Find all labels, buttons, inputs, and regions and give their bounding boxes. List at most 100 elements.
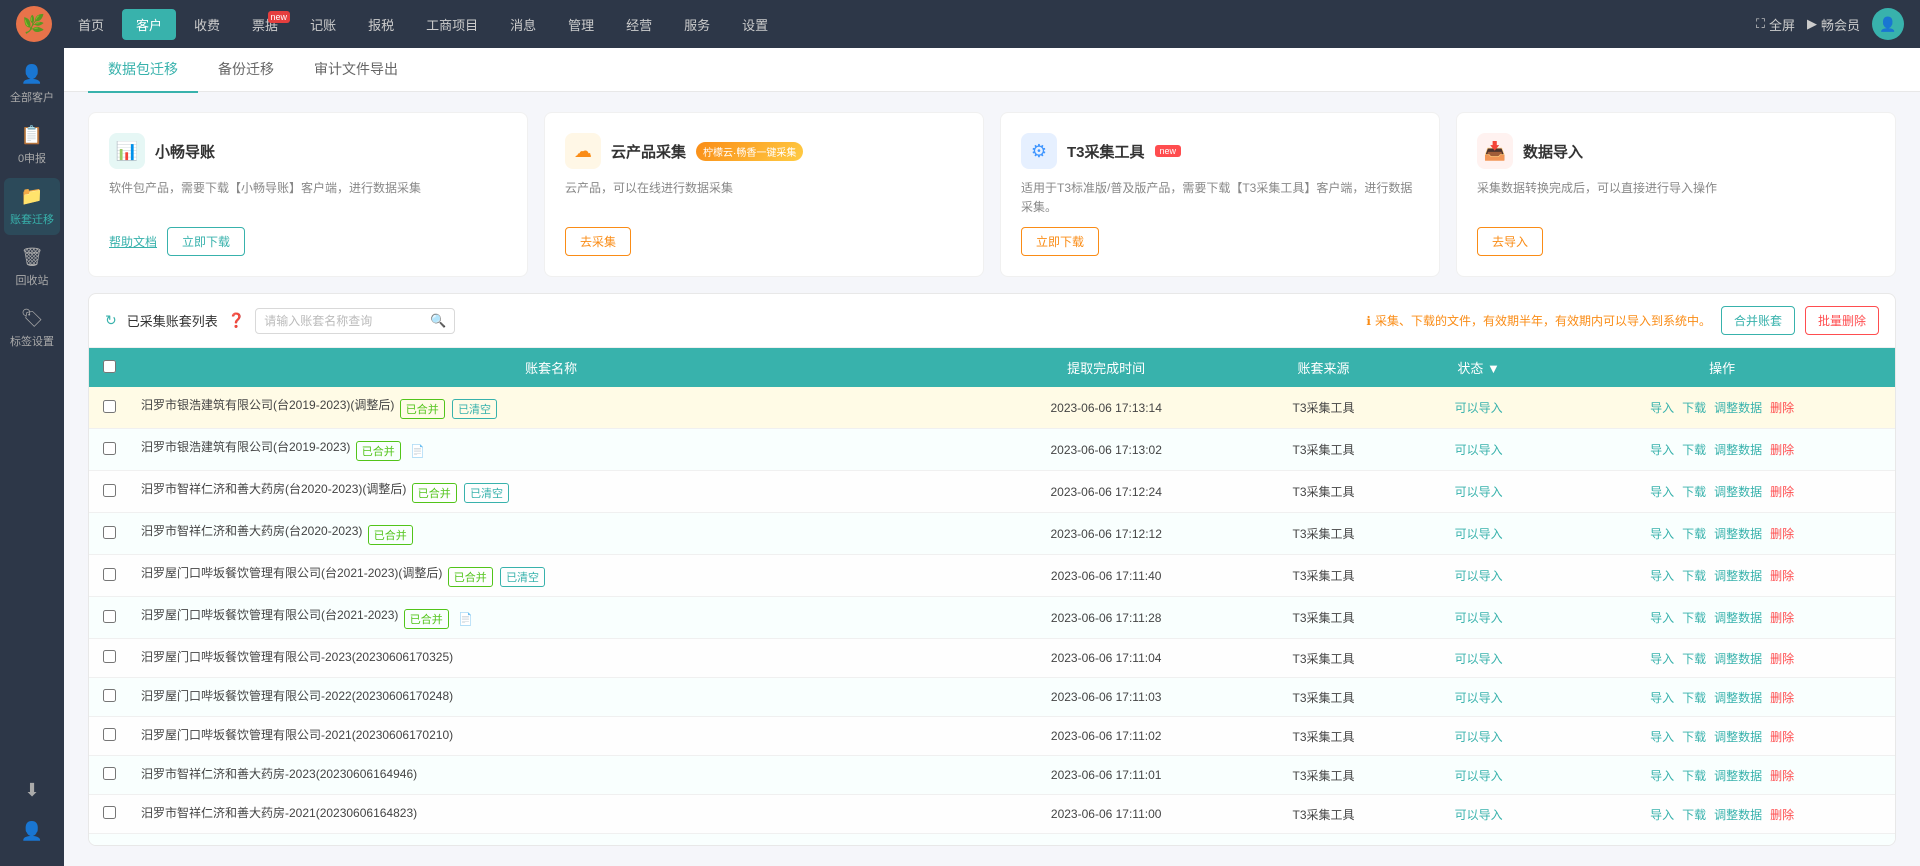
action-调整数据[interactable]: 调整数据	[1714, 527, 1762, 541]
action-调整数据[interactable]: 调整数据	[1714, 730, 1762, 744]
action-下载[interactable]: 下载	[1682, 691, 1706, 705]
file-icon[interactable]: 📄	[458, 612, 473, 626]
download-btn-xiaochangzhang[interactable]: 立即下载	[167, 227, 245, 256]
nav-item-tax[interactable]: 报税	[354, 9, 408, 40]
tab-backup-migrate[interactable]: 备份迁移	[198, 48, 294, 93]
download-btn-t3tool[interactable]: 立即下载	[1021, 227, 1099, 256]
nav-item-mgmt[interactable]: 管理	[554, 9, 608, 40]
action-下载[interactable]: 下载	[1682, 443, 1706, 457]
action-导入[interactable]: 导入	[1650, 730, 1674, 744]
action-调整数据[interactable]: 调整数据	[1714, 485, 1762, 499]
merge-account-button[interactable]: 合并账套	[1721, 306, 1795, 335]
action-删除[interactable]: 删除	[1770, 485, 1794, 499]
row-checkbox-5[interactable]	[103, 568, 116, 581]
sidebar-item-zero-declare[interactable]: 📋 0申报	[4, 117, 60, 174]
action-删除[interactable]: 删除	[1770, 769, 1794, 783]
table-row: 汨罗屋门口哔坂餐饮管理有限公司-2021(20230606170210)2023…	[89, 717, 1895, 756]
row-checkbox-6[interactable]	[103, 610, 116, 623]
card-header-t3tool: ⚙ T3采集工具 new	[1021, 133, 1419, 169]
action-下载[interactable]: 下载	[1682, 611, 1706, 625]
action-导入[interactable]: 导入	[1650, 611, 1674, 625]
refresh-icon[interactable]: ↻	[105, 312, 117, 329]
action-调整数据[interactable]: 调整数据	[1714, 569, 1762, 583]
action-删除[interactable]: 删除	[1770, 443, 1794, 457]
help-doc-link[interactable]: 帮助文档	[109, 233, 157, 250]
action-调整数据[interactable]: 调整数据	[1714, 401, 1762, 415]
action-导入[interactable]: 导入	[1650, 808, 1674, 822]
action-调整数据[interactable]: 调整数据	[1714, 769, 1762, 783]
action-调整数据[interactable]: 调整数据	[1714, 808, 1762, 822]
row-checkbox-3[interactable]	[103, 484, 116, 497]
action-下载[interactable]: 下载	[1682, 401, 1706, 415]
action-调整数据[interactable]: 调整数据	[1714, 652, 1762, 666]
action-删除[interactable]: 删除	[1770, 691, 1794, 705]
row-checkbox-11[interactable]	[103, 806, 116, 819]
nav-item-charge[interactable]: 收费	[180, 9, 234, 40]
search-input[interactable]	[264, 314, 424, 328]
action-下载[interactable]: 下载	[1682, 485, 1706, 499]
action-导入[interactable]: 导入	[1650, 769, 1674, 783]
action-导入[interactable]: 导入	[1650, 401, 1674, 415]
action-删除[interactable]: 删除	[1770, 611, 1794, 625]
row-checkbox-1[interactable]	[103, 400, 116, 413]
action-删除[interactable]: 删除	[1770, 808, 1794, 822]
action-调整数据[interactable]: 调整数据	[1714, 443, 1762, 457]
row-actions: 导入下载调整数据删除	[1549, 639, 1895, 678]
vip-button[interactable]: ▶ 畅会员	[1807, 15, 1860, 34]
search-icon[interactable]: 🔍	[430, 313, 446, 329]
action-导入[interactable]: 导入	[1650, 569, 1674, 583]
file-icon[interactable]: 📄	[410, 444, 425, 458]
row-time: 2023-06-06 17:11:03	[973, 678, 1239, 717]
action-删除[interactable]: 删除	[1770, 730, 1794, 744]
action-下载[interactable]: 下载	[1682, 527, 1706, 541]
user-avatar[interactable]: 👤	[1872, 8, 1904, 40]
action-删除[interactable]: 删除	[1770, 401, 1794, 415]
collect-btn-yuncp[interactable]: 去采集	[565, 227, 631, 256]
action-下载[interactable]: 下载	[1682, 808, 1706, 822]
nav-item-msg[interactable]: 消息	[496, 9, 550, 40]
action-导入[interactable]: 导入	[1650, 443, 1674, 457]
row-checkbox-9[interactable]	[103, 728, 116, 741]
sidebar-item-profile[interactable]: 👤	[4, 813, 60, 850]
sidebar-item-trash[interactable]: 🗑 回收站	[4, 239, 60, 296]
row-checkbox-10[interactable]	[103, 767, 116, 780]
row-checkbox-7[interactable]	[103, 650, 116, 663]
sidebar-item-account-migrate[interactable]: 📁 账套迁移	[4, 178, 60, 235]
action-导入[interactable]: 导入	[1650, 527, 1674, 541]
nav-item-ops[interactable]: 经营	[612, 9, 666, 40]
action-删除[interactable]: 删除	[1770, 569, 1794, 583]
action-下载[interactable]: 下载	[1682, 730, 1706, 744]
action-下载[interactable]: 下载	[1682, 569, 1706, 583]
fullscreen-button[interactable]: ⛶ 全屏	[1756, 15, 1795, 34]
nav-item-home[interactable]: 首页	[64, 9, 118, 40]
sidebar-item-download[interactable]: ⬇	[4, 772, 60, 809]
sidebar-item-tags[interactable]: 🏷 标签设置	[4, 300, 60, 357]
tab-data-migrate[interactable]: 数据包迁移	[88, 48, 198, 93]
action-导入[interactable]: 导入	[1650, 652, 1674, 666]
action-下载[interactable]: 下载	[1682, 652, 1706, 666]
action-下载[interactable]: 下载	[1682, 769, 1706, 783]
action-导入[interactable]: 导入	[1650, 485, 1674, 499]
select-all-checkbox[interactable]	[103, 360, 116, 373]
nav-item-biz[interactable]: 工商项目	[412, 9, 492, 40]
nav-item-settings[interactable]: 设置	[728, 9, 782, 40]
nav-item-invoice[interactable]: 票据 new	[238, 9, 292, 40]
row-checkbox-2[interactable]	[103, 442, 116, 455]
nav-item-customer[interactable]: 客户	[122, 9, 176, 40]
row-checkbox-8[interactable]	[103, 689, 116, 702]
tab-audit-export[interactable]: 审计文件导出	[294, 48, 418, 93]
action-导入[interactable]: 导入	[1650, 691, 1674, 705]
row-checkbox-4[interactable]	[103, 526, 116, 539]
import-btn-dataimport[interactable]: 去导入	[1477, 227, 1543, 256]
action-调整数据[interactable]: 调整数据	[1714, 611, 1762, 625]
main-layout: 👤 全部客户 📋 0申报 📁 账套迁移 🗑 回收站 🏷 标签设置 ⬇ 👤	[0, 48, 1920, 866]
nav-item-service[interactable]: 服务	[670, 9, 724, 40]
action-调整数据[interactable]: 调整数据	[1714, 691, 1762, 705]
row-checkbox-12[interactable]	[103, 845, 116, 846]
nav-item-bookkeeping[interactable]: 记账	[296, 9, 350, 40]
help-icon[interactable]: ❓	[228, 312, 245, 329]
action-删除[interactable]: 删除	[1770, 527, 1794, 541]
action-删除[interactable]: 删除	[1770, 652, 1794, 666]
batch-delete-button[interactable]: 批量删除	[1805, 306, 1879, 335]
sidebar-item-all-customers[interactable]: 👤 全部客户	[4, 56, 60, 113]
